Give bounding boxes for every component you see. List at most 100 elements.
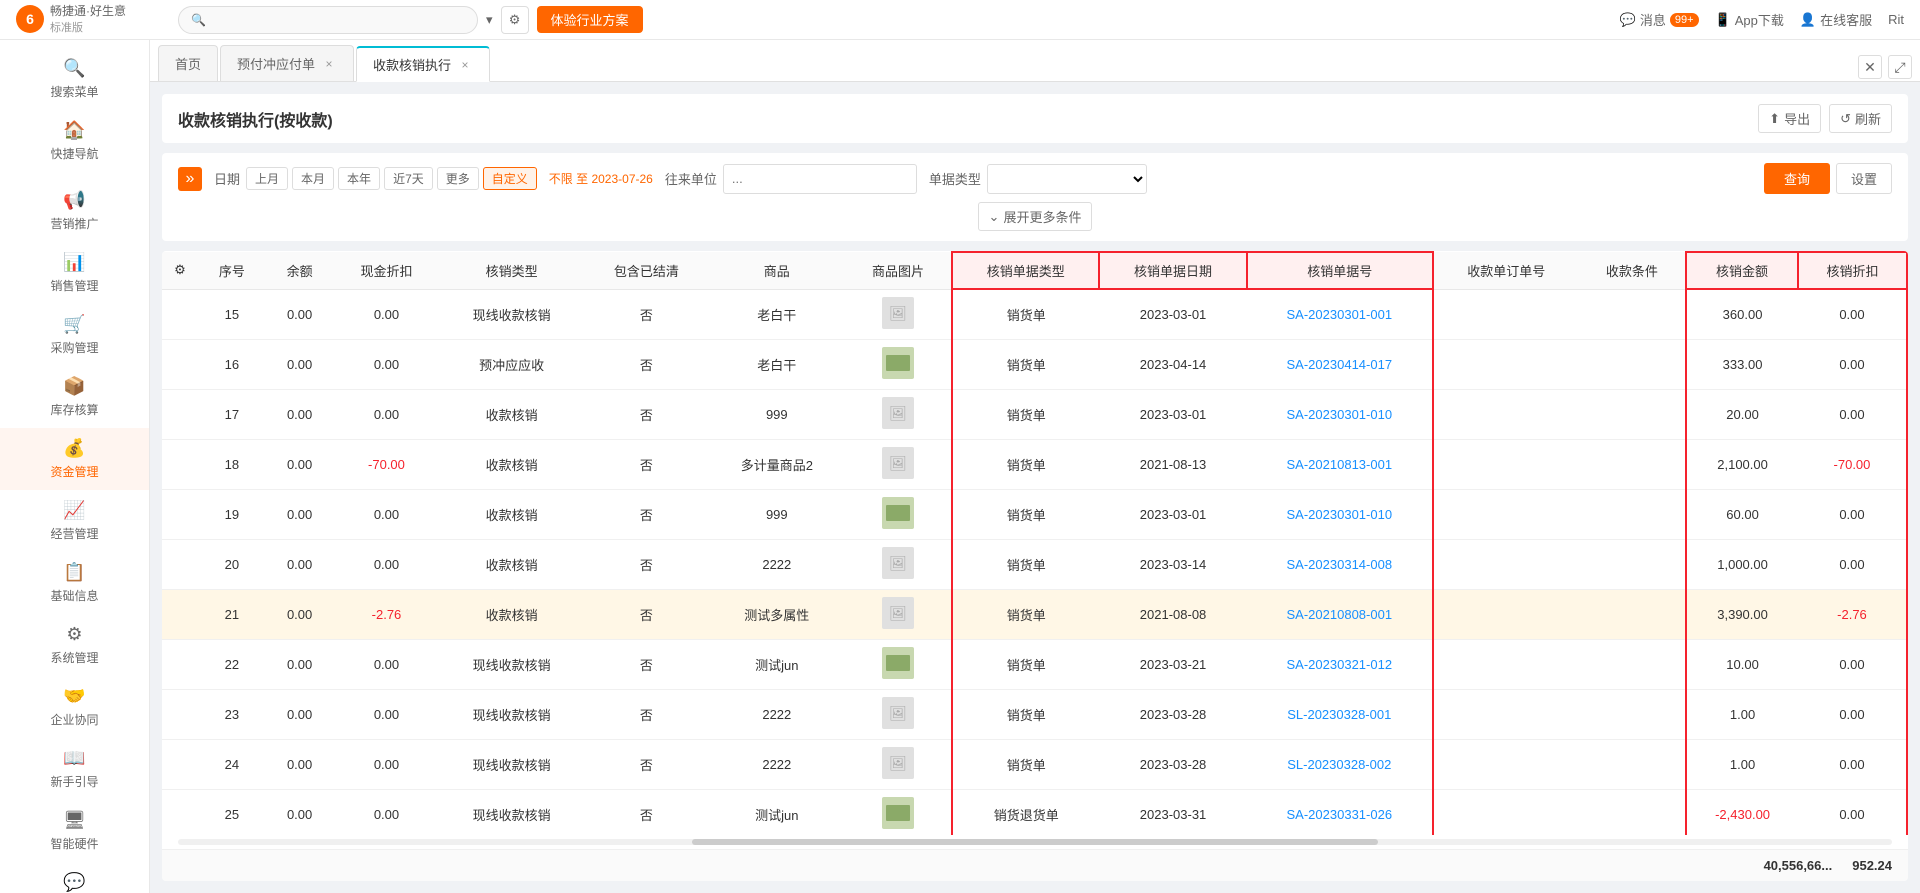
date-btn-custom[interactable]: 自定义 <box>483 167 537 190</box>
cell-bill-no: SL-20230328-002 <box>1247 739 1433 789</box>
cell-bill-date: 2023-03-01 <box>1099 289 1246 339</box>
cell-bill-date: 2023-04-14 <box>1099 339 1246 389</box>
from-unit-input[interactable] <box>723 164 917 194</box>
sidebar-item-smart-hw[interactable]: 🖥 智能硬件 <box>0 800 149 862</box>
table-scroll[interactable]: ⚙ 序号 余额 现金折扣 核销类型 包含已结清 商品 商品图片 核销单据类型 核… <box>162 251 1908 835</box>
app-download-btn[interactable]: 📱 App下载 <box>1715 10 1784 29</box>
bill-no-link[interactable]: SA-20230301-010 <box>1287 507 1393 522</box>
cell-receipt-condition <box>1579 689 1686 739</box>
cell-product-img <box>845 489 952 539</box>
page-header: 收款核销执行(按收款) ⬆ 导出 ↺ 刷新 <box>162 94 1908 143</box>
sidebar-item-wechat[interactable]: 💬 企业微信 <box>0 862 149 893</box>
cell-include-settled: 否 <box>584 689 709 739</box>
bill-no-link[interactable]: SA-20210808-001 <box>1287 607 1393 622</box>
sidebar-item-purchase[interactable]: 🛒 采购管理 <box>0 304 149 366</box>
tab-maximize-btn[interactable]: ⤢ <box>1888 55 1912 79</box>
sidebar-item-finance[interactable]: 💰 资金管理 <box>0 428 149 490</box>
table-row: 18 0.00 -70.00 收款核销 否 多计量商品2 🖼 销货单 2021-… <box>162 439 1907 489</box>
bill-no-link[interactable]: SA-20230414-017 <box>1287 357 1393 372</box>
cell-settings <box>162 439 198 489</box>
cell-product: 2222 <box>709 539 845 589</box>
sidebar-item-inventory[interactable]: 📦 库存核算 <box>0 366 149 428</box>
bill-no-link[interactable]: SA-20230301-010 <box>1287 407 1393 422</box>
sidebar-item-marketing[interactable]: 📢 营销推广 <box>0 180 149 242</box>
filter-expand-left-btn[interactable]: » <box>178 167 202 191</box>
cell-writeoff-discount: 0.00 <box>1798 289 1907 339</box>
cell-writeoff-amount: 1,000.00 <box>1686 539 1798 589</box>
cell-no: 17 <box>198 389 266 439</box>
cell-product: 测试jun <box>709 639 845 689</box>
date-btn-last-month[interactable]: 上月 <box>246 167 288 190</box>
bill-no-link[interactable]: SA-20230321-012 <box>1287 657 1393 672</box>
bill-no-link[interactable]: SA-20230314-008 <box>1287 557 1393 572</box>
cell-product: 2222 <box>709 739 845 789</box>
cell-no: 24 <box>198 739 266 789</box>
export-btn[interactable]: ⬆ 导出 <box>1758 104 1821 133</box>
cell-balance: 0.00 <box>266 789 334 835</box>
home-icon: 🏠 <box>63 120 85 141</box>
cell-no: 20 <box>198 539 266 589</box>
cell-product-img: 🖼 <box>845 689 952 739</box>
scroll-indicator[interactable] <box>178 839 1892 845</box>
sidebar-item-base[interactable]: 📋 基础信息 <box>0 552 149 614</box>
search-box[interactable]: 🔍 <box>178 6 478 34</box>
bill-no-link[interactable]: SA-20230331-026 <box>1287 807 1393 822</box>
table-header-row: ⚙ 序号 余额 现金折扣 核销类型 包含已结清 商品 商品图片 核销单据类型 核… <box>162 252 1907 289</box>
notification-btn[interactable]: 💬 消息 99+ <box>1620 10 1699 29</box>
set-btn[interactable]: 设置 <box>1836 163 1892 194</box>
sidebar-item-system[interactable]: ⚙ 系统管理 <box>0 614 149 676</box>
bill-no-link[interactable]: SL-20230328-001 <box>1287 707 1391 722</box>
expand-conditions-btn[interactable]: ⌄ 展开更多条件 <box>978 202 1093 231</box>
query-btn[interactable]: 查询 <box>1764 163 1830 194</box>
inventory-icon: 📦 <box>63 376 85 397</box>
tab-receipt-writeoff[interactable]: 收款核销执行 × <box>356 46 490 82</box>
gear-button[interactable]: ⚙ <box>501 6 529 34</box>
sidebar-item-ops[interactable]: 📈 经营管理 <box>0 490 149 552</box>
tab-prepay-close[interactable]: × <box>321 56 337 72</box>
page-content: 收款核销执行(按收款) ⬆ 导出 ↺ 刷新 » <box>150 82 1920 893</box>
sidebar-item-guide[interactable]: 📖 新手引导 <box>0 738 149 800</box>
bill-no-link[interactable]: SA-20210813-001 <box>1287 457 1393 472</box>
bill-no-link[interactable]: SA-20230301-001 <box>1287 307 1393 322</box>
cell-product: 999 <box>709 389 845 439</box>
date-btn-7days[interactable]: 近7天 <box>384 167 433 190</box>
date-btn-this-year[interactable]: 本年 <box>338 167 380 190</box>
date-btn-this-month[interactable]: 本月 <box>292 167 334 190</box>
cell-balance: 0.00 <box>266 289 334 339</box>
tab-receipt-writeoff-close[interactable]: × <box>457 57 473 73</box>
sidebar-item-sales[interactable]: 📊 销售管理 <box>0 242 149 304</box>
date-options: 上月 本月 本年 近7天 更多 自定义 <box>246 167 537 190</box>
online-service-btn[interactable]: 👤 在线客服 <box>1800 10 1872 29</box>
cell-settings <box>162 739 198 789</box>
cell-no: 23 <box>198 689 266 739</box>
cell-product: 测试jun <box>709 789 845 835</box>
dropdown-arrow[interactable]: ▾ <box>486 12 493 28</box>
cell-receipt-condition <box>1579 789 1686 835</box>
sidebar-item-corp[interactable]: 🤝 企业协同 <box>0 676 149 738</box>
industry-btn[interactable]: 体验行业方案 <box>537 6 643 33</box>
cell-include-settled: 否 <box>584 389 709 439</box>
col-settings[interactable]: ⚙ <box>162 252 198 289</box>
cell-receipt-order-no <box>1433 539 1579 589</box>
tab-prepay[interactable]: 预付冲应付单 × <box>220 45 354 81</box>
cell-bill-no: SA-20210813-001 <box>1247 439 1433 489</box>
cell-writeoff-type: 收款核销 <box>439 439 583 489</box>
user-name[interactable]: Rit <box>1888 12 1904 27</box>
tab-close-all-btn[interactable]: ✕ <box>1858 55 1882 79</box>
table-row: 23 0.00 0.00 现线收款核销 否 2222 🖼 销货单 2023-03… <box>162 689 1907 739</box>
bill-no-link[interactable]: SL-20230328-002 <box>1287 757 1391 772</box>
bill-type-select[interactable] <box>987 164 1147 194</box>
cell-receipt-condition <box>1579 339 1686 389</box>
cell-balance: 0.00 <box>266 489 334 539</box>
cell-bill-date: 2021-08-13 <box>1099 439 1246 489</box>
refresh-btn[interactable]: ↺ 刷新 <box>1829 104 1892 133</box>
sidebar-item-search[interactable]: 🔍 搜索菜单 <box>0 48 149 110</box>
col-product-img: 商品图片 <box>845 252 952 289</box>
tab-home[interactable]: 首页 <box>158 45 218 81</box>
cell-bill-no: SA-20230321-012 <box>1247 639 1433 689</box>
refresh-icon: ↺ <box>1840 111 1851 127</box>
page-title: 收款核销执行(按收款) <box>178 107 333 131</box>
date-btn-more[interactable]: 更多 <box>437 167 479 190</box>
sidebar-item-quick-nav[interactable]: 🏠 快捷导航 <box>0 110 149 172</box>
top-bar-right: 💬 消息 99+ 📱 App下载 👤 在线客服 Rit <box>1620 10 1904 29</box>
